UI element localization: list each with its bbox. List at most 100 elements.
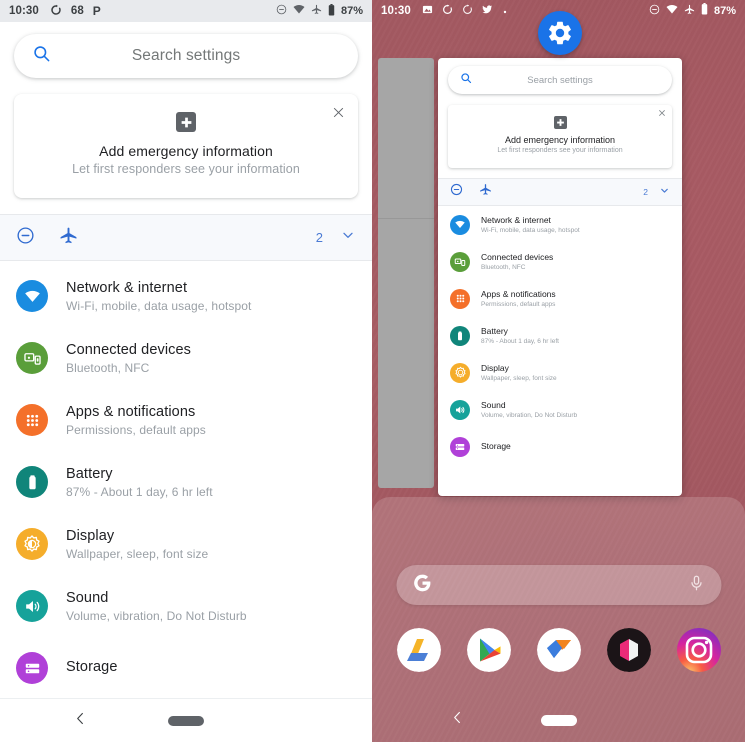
- list-item[interactable]: Connected devices Bluetooth, NFC: [438, 243, 682, 280]
- play-store-app-icon[interactable]: [466, 628, 511, 672]
- list-item-title: Network & internet: [66, 279, 188, 296]
- quick-settings-count: 2: [643, 187, 648, 197]
- list-item-subtitle: 87% - About 1 day, 6 hr left: [481, 337, 559, 345]
- emergency-info-card[interactable]: Add emergency information Let first resp…: [14, 94, 358, 198]
- list-item-subtitle: Wi-Fi, mobile, data usage, hotspot: [481, 226, 580, 234]
- network-wifi-icon: [16, 280, 48, 312]
- quick-settings-right: 2: [316, 227, 356, 248]
- status-right-icons: 87%: [276, 3, 363, 19]
- twitter-bird-icon: [482, 2, 493, 20]
- google-g-icon: [412, 573, 432, 598]
- emergency-card-title: Add emergency information: [504, 135, 616, 145]
- sidebar-item-connected-devices[interactable]: Connected devices Bluetooth, NFC: [0, 327, 372, 389]
- search-input[interactable]: Search settings: [14, 34, 358, 78]
- emergency-info-card[interactable]: Add emergency information Let first resp…: [448, 105, 672, 168]
- sidebar-item-display[interactable]: Display Wallpaper, sleep, font size: [0, 513, 372, 575]
- quick-settings-strip[interactable]: 2: [438, 178, 682, 206]
- status-right-icons: 87%: [649, 2, 736, 20]
- list-item[interactable]: Battery 87% - About 1 day, 6 hr left: [438, 317, 682, 354]
- sidebar-item-apps-notifications[interactable]: Apps & notifications Permissions, defaul…: [0, 389, 372, 451]
- quick-settings-strip[interactable]: 2: [0, 214, 372, 261]
- connected-devices-icon: [16, 342, 48, 374]
- do-not-disturb-icon[interactable]: [450, 183, 463, 201]
- list-item-title: Display: [481, 363, 509, 374]
- adsense-app-icon[interactable]: [396, 628, 441, 672]
- volume-up-icon: [16, 590, 48, 622]
- chevron-down-icon[interactable]: [659, 183, 670, 201]
- list-item[interactable]: Display Wallpaper, sleep, font size: [438, 354, 682, 391]
- apps-grid-icon: [16, 404, 48, 436]
- medical-cross-icon: [176, 112, 196, 132]
- status-clock: 10:30: [9, 5, 39, 17]
- list-item-title: Storage: [66, 658, 118, 675]
- app-dock: [372, 628, 745, 672]
- overflow-dot-icon: [502, 2, 508, 20]
- search-placeholder: Search settings: [131, 47, 241, 64]
- search-icon: [32, 44, 51, 68]
- google-search-bar[interactable]: [396, 565, 721, 605]
- settings-app-screen: 10:30 68 P 87% Search settings Add emerg…: [0, 0, 372, 742]
- list-item-title: Sound: [481, 400, 506, 411]
- sidebar-item-battery[interactable]: Battery 87% - About 1 day, 6 hr left: [0, 451, 372, 513]
- wifi-icon: [666, 2, 678, 20]
- dark-hex-app-icon[interactable]: [606, 628, 651, 672]
- do-not-disturb-icon[interactable]: [16, 226, 35, 250]
- list-item[interactable]: Apps & notifications Permissions, defaul…: [438, 280, 682, 317]
- list-item-subtitle: Volume, vibration, Do Not Disturb: [66, 609, 247, 624]
- settings-gear-icon[interactable]: [538, 11, 582, 55]
- airplane-mode-icon[interactable]: [59, 226, 78, 250]
- search-container: Search settings: [0, 22, 372, 84]
- home-pill-handle[interactable]: [540, 714, 577, 726]
- close-icon[interactable]: [328, 102, 348, 122]
- recents-card-previous[interactable]: [378, 58, 434, 488]
- airplane-mode-icon[interactable]: [479, 183, 492, 201]
- divider: [378, 218, 434, 219]
- recents-card-settings[interactable]: Search settings Add emergency informatio…: [438, 58, 682, 496]
- sidebar-item-storage[interactable]: Storage: [0, 637, 372, 699]
- chevron-down-icon[interactable]: [340, 227, 356, 248]
- close-icon[interactable]: [658, 109, 666, 120]
- battery-icon: [450, 325, 470, 346]
- home-pill-handle[interactable]: [168, 715, 204, 726]
- microphone-icon[interactable]: [687, 574, 705, 597]
- back-chevron-icon[interactable]: [73, 711, 88, 731]
- do-not-disturb-icon: [649, 2, 660, 20]
- list-item-title: Apps & notifications: [66, 403, 196, 420]
- quick-settings-count: 2: [315, 230, 323, 245]
- list-item-subtitle: Permissions, default apps: [481, 300, 556, 308]
- airplane-mode-icon: [311, 4, 322, 18]
- list-item[interactable]: Network & internet Wi-Fi, mobile, data u…: [438, 206, 682, 243]
- sidebar-item-network[interactable]: Network & internet Wi-Fi, mobile, data u…: [0, 265, 372, 327]
- notification-count: 68: [70, 5, 84, 17]
- list-item-title: Display: [66, 527, 115, 544]
- list-item[interactable]: Storage: [438, 428, 682, 465]
- wifi-icon: [293, 4, 305, 18]
- status-bar-left: 10:30 68 P 87%: [0, 0, 372, 22]
- parking-p-icon: P: [92, 4, 101, 18]
- list-item-title: Connected devices: [66, 341, 192, 358]
- back-chevron-icon[interactable]: [450, 710, 465, 730]
- foxit-app-icon[interactable]: [536, 628, 581, 672]
- connected-devices-icon: [450, 251, 470, 272]
- list-item-title: Connected devices: [481, 252, 554, 263]
- navigation-bar-right: [372, 698, 745, 742]
- status-clock: 10:30: [381, 5, 411, 17]
- list-item[interactable]: Sound Volume, vibration, Do Not Disturb: [438, 391, 682, 428]
- battery-percent: 87%: [713, 5, 736, 17]
- list-item-title: Storage: [481, 440, 511, 451]
- emergency-card-subtitle: Let first responders see your informatio…: [497, 147, 623, 154]
- emergency-card-title: Add emergency information: [99, 143, 273, 159]
- airplane-mode-icon: [684, 2, 695, 20]
- quick-settings-icons: [16, 226, 78, 250]
- list-item-title: Apps & notifications: [481, 289, 556, 300]
- quick-settings-icons: [450, 183, 492, 201]
- dual-screenshot-container: 10:30 68 P 87% Search settings Add emerg…: [0, 0, 745, 742]
- sidebar-item-sound[interactable]: Sound Volume, vibration, Do Not Disturb: [0, 575, 372, 637]
- settings-content: Search settings Add emergency informatio…: [0, 22, 372, 742]
- search-input[interactable]: Search settings: [448, 66, 672, 94]
- instagram-app-icon[interactable]: [676, 628, 721, 672]
- quick-settings-right: 2: [643, 183, 670, 201]
- recents-home-screen: 10:30 87% Search settings Add emergency …: [372, 0, 745, 742]
- search-icon: [460, 71, 472, 89]
- screenshot-image-icon: [422, 2, 433, 20]
